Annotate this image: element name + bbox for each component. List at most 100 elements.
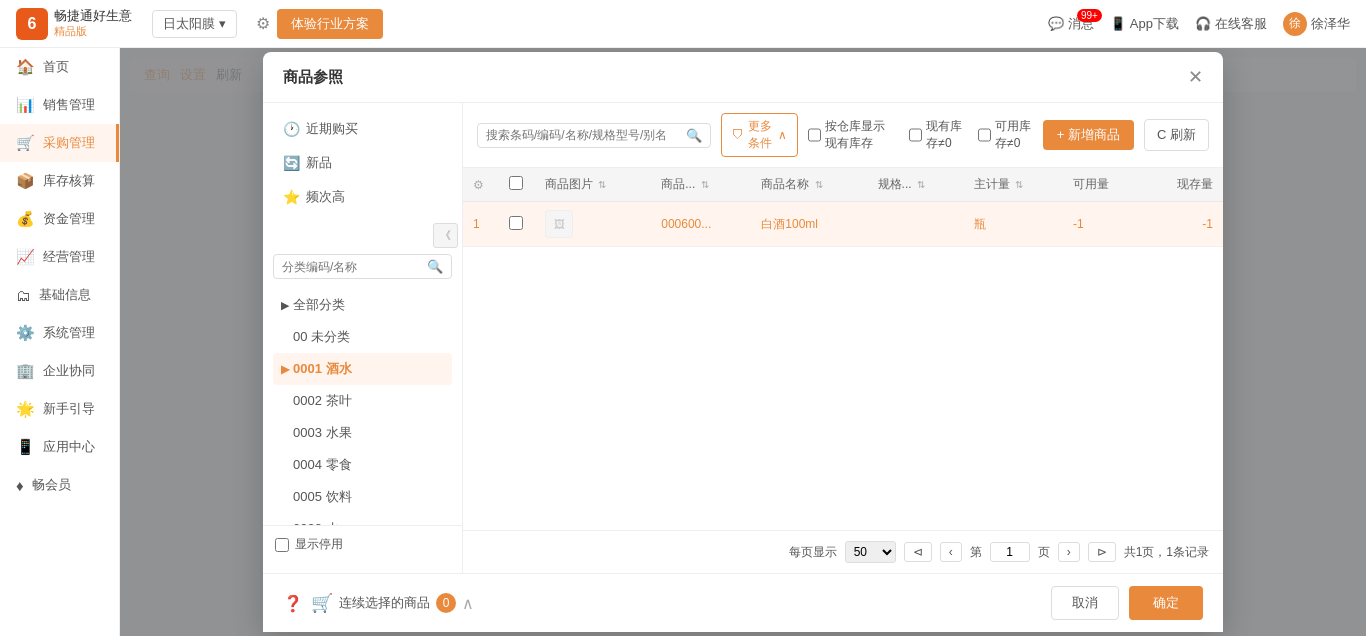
right-panel: 🔍 ⛉ 更多条件 ∧ 按仓库显示现有库存 bbox=[463, 103, 1223, 573]
page-size-select[interactable]: 50 10 20 100 bbox=[845, 541, 896, 563]
modal-title: 商品参照 bbox=[283, 68, 343, 87]
prev-page-button[interactable]: ‹ bbox=[940, 542, 962, 562]
sidebar-item-basic[interactable]: 🗂 基础信息 bbox=[0, 276, 119, 314]
cart-icon[interactable]: 🛒 bbox=[311, 592, 333, 614]
tab-new-products[interactable]: 🔄 新品 bbox=[273, 147, 452, 179]
sales-icon: 📊 bbox=[16, 96, 35, 114]
sidebar-item-guide[interactable]: 🌟 新手引导 bbox=[0, 390, 119, 428]
sort-icon-spec[interactable]: ⇅ bbox=[917, 179, 925, 190]
confirm-button[interactable]: 确定 bbox=[1129, 586, 1203, 620]
existing-stock-checkbox-label[interactable]: 现有库存≠0 bbox=[909, 118, 964, 152]
show-disabled-checkbox[interactable] bbox=[275, 538, 289, 552]
modal-footer: ❓ 🛒 连续选择的商品 0 ∧ 取消 确定 bbox=[263, 573, 1223, 632]
existing-stock-checkbox[interactable] bbox=[909, 128, 922, 142]
filter-button[interactable]: ⛉ 更多条件 ∧ bbox=[721, 113, 798, 157]
sidebar-item-finance[interactable]: 💰 资金管理 bbox=[0, 200, 119, 238]
nav-dropdown[interactable]: 日太阳膜 ▾ bbox=[152, 10, 237, 38]
guide-icon: 🌟 bbox=[16, 400, 35, 418]
col-settings-icon[interactable]: ⚙ bbox=[473, 178, 484, 192]
sort-icon[interactable]: ⇅ bbox=[598, 179, 606, 190]
modal-close-button[interactable]: ✕ bbox=[1188, 66, 1203, 88]
row-name: 白酒100ml bbox=[751, 202, 867, 247]
tree-item-liquor[interactable]: ▶ 0001 酒水 bbox=[273, 353, 452, 385]
sidebar-item-apps[interactable]: 📱 应用中心 bbox=[0, 428, 119, 466]
sort-icon-unit[interactable]: ⇅ bbox=[1015, 179, 1023, 190]
sidebar-item-purchase[interactable]: 🛒 采购管理 bbox=[0, 124, 119, 162]
row-checkbox-cell bbox=[499, 202, 535, 247]
first-page-button[interactable]: ⊲ bbox=[904, 542, 932, 562]
app-download-group[interactable]: 📱 App下载 bbox=[1110, 15, 1179, 33]
category-search-icon[interactable]: 🔍 bbox=[427, 259, 443, 274]
tree-item-beverage[interactable]: 0005 饮料 bbox=[273, 481, 452, 513]
sidebar-item-inventory[interactable]: 📦 库存核算 bbox=[0, 162, 119, 200]
col-stock: 现存量 bbox=[1143, 168, 1223, 202]
message-badge: 99+ bbox=[1077, 9, 1102, 22]
chevron-up-icon[interactable]: ∧ bbox=[462, 594, 474, 613]
category-search-input[interactable] bbox=[282, 260, 427, 274]
last-page-button[interactable]: ⊳ bbox=[1088, 542, 1116, 562]
logo-text: 畅捷通好生意 bbox=[54, 8, 132, 25]
headset-icon: 🎧 bbox=[1195, 16, 1211, 31]
row-seq: 1 bbox=[463, 202, 499, 247]
sidebar-item-system[interactable]: ⚙️ 系统管理 bbox=[0, 314, 119, 352]
online-service-group[interactable]: 🎧 在线客服 bbox=[1195, 15, 1267, 33]
tree-item-snack[interactable]: 0004 零食 bbox=[273, 449, 452, 481]
message-group[interactable]: 💬 消息 99+ bbox=[1048, 15, 1094, 33]
tree-item-water[interactable]: 0008 水 bbox=[273, 513, 452, 525]
sidebar-item-collab[interactable]: 🏢 企业协同 bbox=[0, 352, 119, 390]
arrow-icon: ▶ bbox=[281, 299, 289, 312]
filter-checkboxes: 按仓库显示现有库存 现有库存≠0 可用库存≠0 bbox=[808, 118, 1032, 152]
home-icon: 🏠 bbox=[16, 58, 35, 76]
logo-icon: 6 bbox=[16, 8, 48, 40]
filter-icon: ⛉ bbox=[732, 128, 744, 142]
sidebar-item-home[interactable]: 🏠 首页 bbox=[0, 48, 119, 86]
col-available: 可用量 bbox=[1063, 168, 1143, 202]
product-search-input[interactable] bbox=[486, 128, 686, 142]
tree-item-uncategorized[interactable]: 00 未分类 bbox=[273, 321, 452, 353]
row-code: 000600... bbox=[651, 202, 751, 247]
warehouse-stock-checkbox-label[interactable]: 按仓库显示现有库存 bbox=[808, 118, 895, 152]
exp-button[interactable]: 体验行业方案 bbox=[277, 9, 383, 39]
footer-cart: 🛒 连续选择的商品 0 ∧ bbox=[311, 592, 474, 614]
page-input[interactable] bbox=[990, 542, 1030, 562]
available-stock-checkbox-label[interactable]: 可用库存≠0 bbox=[978, 118, 1033, 152]
main-layout: 🏠 首页 📊 销售管理 🛒 采购管理 📦 库存核算 💰 资金管理 📈 经营管理 … bbox=[0, 48, 1366, 636]
col-name: 商品名称 ⇅ bbox=[751, 168, 867, 202]
main-content: 查询 设置 刷新 商品参照 ✕ 🕐 bbox=[120, 48, 1366, 636]
tree-item-fruit[interactable]: 0003 水果 bbox=[273, 417, 452, 449]
purchase-icon: 🛒 bbox=[16, 134, 35, 152]
select-all-checkbox[interactable] bbox=[509, 176, 523, 190]
table-row[interactable]: 1 🖼 bbox=[463, 202, 1223, 247]
row-spec bbox=[868, 202, 964, 247]
tab-high-frequency[interactable]: ⭐ 频次高 bbox=[273, 181, 452, 213]
logo-area: 6 畅捷通好生意 精品版 bbox=[16, 8, 132, 40]
modal-body: 🕐 近期购买 🔄 新品 ⭐ 频次高 bbox=[263, 103, 1223, 573]
sidebar-item-operation[interactable]: 📈 经营管理 bbox=[0, 238, 119, 276]
operation-icon: 📈 bbox=[16, 248, 35, 266]
warehouse-stock-checkbox[interactable] bbox=[808, 128, 821, 142]
sort-icon-code[interactable]: ⇅ bbox=[701, 179, 709, 190]
user-group[interactable]: 徐 徐泽华 bbox=[1283, 12, 1350, 36]
pagination: 每页显示 50 10 20 100 ⊲ ‹ 第 页 bbox=[463, 530, 1223, 573]
add-product-button[interactable]: + 新增商品 bbox=[1043, 120, 1134, 150]
row-checkbox[interactable] bbox=[509, 216, 523, 230]
available-stock-checkbox[interactable] bbox=[978, 128, 991, 142]
star-icon: ⭐ bbox=[283, 189, 300, 205]
sidebar-item-vip[interactable]: ♦ 畅会员 bbox=[0, 466, 119, 504]
refresh-button[interactable]: C 刷新 bbox=[1144, 119, 1209, 151]
new-icon: 🔄 bbox=[283, 155, 300, 171]
help-icon[interactable]: ❓ bbox=[283, 594, 303, 613]
next-page-button[interactable]: › bbox=[1058, 542, 1080, 562]
product-search-icon[interactable]: 🔍 bbox=[686, 128, 702, 143]
tab-recent-buy[interactable]: 🕐 近期购买 bbox=[273, 113, 452, 145]
chevron-up-icon: ∧ bbox=[778, 128, 787, 142]
sort-icon-name[interactable]: ⇅ bbox=[815, 179, 823, 190]
avatar: 徐 bbox=[1283, 12, 1307, 36]
tree-item-all[interactable]: ▶ 全部分类 bbox=[273, 289, 452, 321]
tree-item-tea[interactable]: 0002 茶叶 bbox=[273, 385, 452, 417]
collapse-panel-button[interactable]: 《 bbox=[433, 223, 458, 248]
row-stock: -1 bbox=[1143, 202, 1223, 247]
gear-button[interactable]: ⚙ bbox=[249, 10, 277, 38]
sidebar-item-sales[interactable]: 📊 销售管理 bbox=[0, 86, 119, 124]
cancel-button[interactable]: 取消 bbox=[1051, 586, 1119, 620]
